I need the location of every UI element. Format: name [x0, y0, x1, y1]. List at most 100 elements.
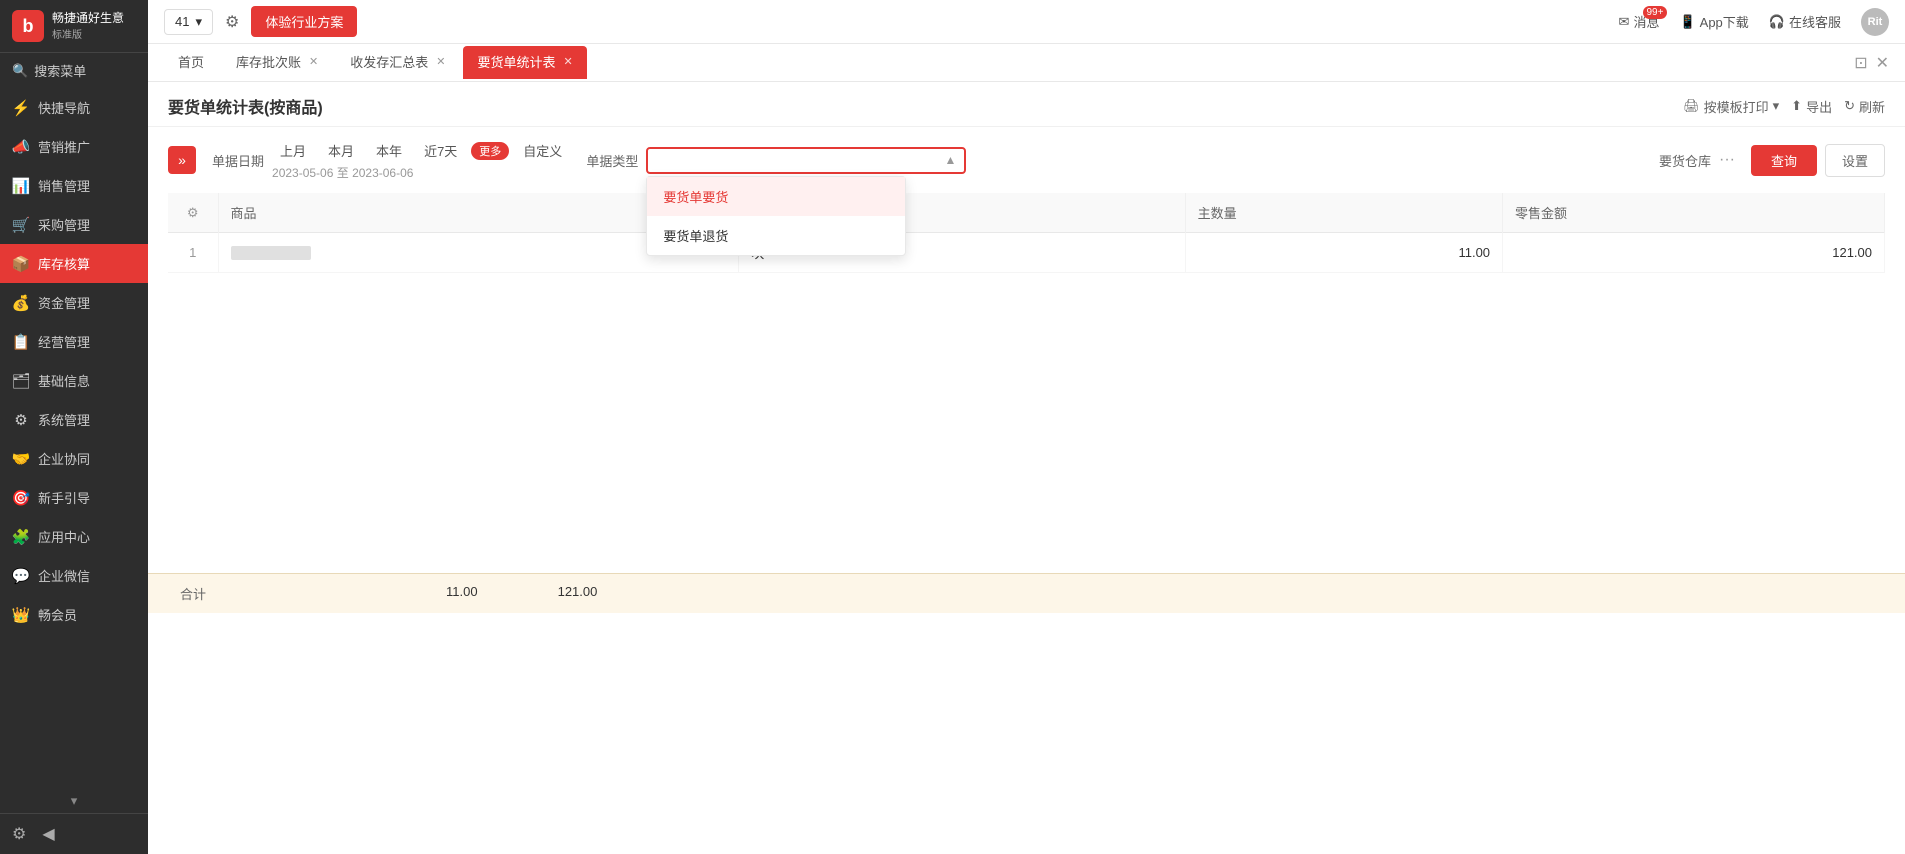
type-select-container: ▲ 要货单要货 要货单退货: [646, 147, 1006, 174]
sidebar-item-finance[interactable]: 💰资金管理: [0, 283, 148, 322]
footer-amount: 121.00: [558, 584, 598, 603]
sidebar-item-purchase[interactable]: 🛒 采购管理: [0, 205, 148, 244]
tab-close-receive-summary[interactable]: ✕: [436, 55, 445, 68]
date-7days[interactable]: 近7天: [416, 139, 465, 162]
filter-expand-button[interactable]: »: [168, 146, 196, 174]
sidebar-item-wechat[interactable]: 💬企业微信: [0, 556, 148, 595]
refresh-icon: ↻: [1844, 98, 1855, 114]
tab-close-inventory-batch[interactable]: ✕: [309, 55, 318, 68]
sidebar-item-base[interactable]: 🗂 基础信息: [0, 361, 148, 400]
sidebar-item-marketing[interactable]: 📣营销推广: [0, 127, 148, 166]
warehouse-more-icon[interactable]: ···: [1719, 151, 1735, 169]
sidebar-label-purchase: 采购管理: [38, 215, 90, 234]
sidebar-icon-member: 👑: [12, 606, 30, 624]
warehouse-label: 要货仓库: [1659, 151, 1711, 170]
sidebar-label-appstore: 应用中心: [38, 527, 90, 546]
type-dropdown: 要货单要货 要货单退货: [646, 176, 906, 256]
query-button[interactable]: 查询: [1751, 145, 1817, 176]
tab-receive-summary[interactable]: 收发存汇总表 ✕: [336, 46, 459, 79]
type-label: 单据类型: [586, 151, 638, 170]
close-all-icon[interactable]: ✕: [1876, 53, 1889, 73]
sidebar-icon-sales: 📊: [12, 177, 30, 195]
table-header-row: ⚙ 商品 主计量单位 主数量 零售金额: [168, 193, 1885, 233]
sidebar-label-enterprise: 企业协同: [38, 449, 90, 468]
sidebar-icon-system: ⚙: [12, 411, 30, 429]
service-label: 在线客服: [1789, 12, 1841, 31]
type-filter-group: 单据类型 ▲ 要货单要货 要货单退货: [586, 147, 1643, 174]
tab-label-receive-summary: 收发存汇总表: [350, 52, 428, 71]
sidebar-item-operations[interactable]: 📋经营管理: [0, 322, 148, 361]
filter-settings-button[interactable]: 设置: [1825, 144, 1885, 177]
sidebar: b 畅捷通好生意 标准版 🔍 搜索菜单 ⚡快捷导航📣营销推广📊销售管理🛒采购管理…: [0, 0, 148, 854]
date-options-group: 上月 本月 本年 近7天 更多 自定义 2023-05-06 至 2023-06…: [272, 139, 570, 181]
type-select-box[interactable]: ▲: [646, 147, 966, 174]
sidebar-label-member: 畅会员: [38, 605, 77, 624]
refresh-btn[interactable]: ↻ 刷新: [1844, 97, 1885, 116]
sidebar-item-enterprise[interactable]: 🤝企业协同: [0, 439, 148, 478]
top-bar: 41 ▾ ⚙ 体验行业方案 ✉ 消息 99+ 📱 App下载 🎧 在线客服 Ri…: [148, 0, 1905, 44]
table-spacer: [148, 273, 1905, 573]
sidebar-icon-purchase: 🛒: [12, 216, 30, 234]
date-last-month[interactable]: 上月: [272, 139, 314, 162]
messages-icon: ✉: [1619, 14, 1630, 30]
company-selector[interactable]: 41 ▾: [164, 9, 213, 35]
dropdown-item-order[interactable]: 要货单要货: [647, 177, 905, 216]
date-label: 单据日期: [212, 151, 264, 170]
warehouse-filter-group: 要货仓库 ···: [1659, 151, 1735, 170]
sidebar-item-member[interactable]: 👑 畅会员: [0, 595, 148, 634]
tab-close-order-summary[interactable]: ✕: [564, 55, 573, 68]
sidebar-item-sales[interactable]: 📊销售管理: [0, 166, 148, 205]
date-more[interactable]: 更多: [471, 142, 509, 160]
sidebar-item-inventory[interactable]: 📦库存核算: [0, 244, 148, 283]
collapse-icon[interactable]: ◀: [42, 824, 54, 844]
sidebar-icon-wechat: 💬: [12, 567, 30, 585]
sidebar-icon-base: 🗂: [12, 372, 30, 390]
date-this-month[interactable]: 本月: [320, 139, 362, 162]
dropdown-item-return[interactable]: 要货单退货: [647, 216, 905, 255]
content-area: 要货单统计表(按商品) 🖨 按模板打印 ▾ ⬆ 导出 ↻ 刷新: [148, 82, 1905, 854]
sidebar-label-operations: 经营管理: [38, 332, 90, 351]
topbar-settings-icon[interactable]: ⚙: [225, 12, 239, 32]
date-options: 上月 本月 本年 近7天 更多 自定义: [272, 139, 570, 162]
footer-label: 合计: [180, 584, 206, 603]
sidebar-icon-inventory: 📦: [12, 255, 30, 273]
avatar[interactable]: Rit: [1861, 8, 1889, 36]
settings-icon[interactable]: ⚙: [12, 824, 26, 844]
product-name-placeholder: [231, 246, 311, 260]
type-input[interactable]: [656, 153, 944, 168]
sidebar-icon-finance: 💰: [12, 294, 30, 312]
col-settings[interactable]: ⚙: [168, 193, 218, 233]
page-container: 要货单统计表(按商品) 🖨 按模板打印 ▾ ⬆ 导出 ↻ 刷新: [148, 82, 1905, 854]
sidebar-label-base: 基础信息: [38, 371, 90, 390]
online-service-action[interactable]: 🎧 在线客服: [1769, 12, 1841, 31]
search-menu[interactable]: 🔍 搜索菜单: [0, 53, 148, 88]
col-quantity: 主数量: [1185, 193, 1502, 233]
column-settings-icon[interactable]: ⚙: [187, 205, 199, 220]
tab-home[interactable]: 首页: [164, 46, 218, 79]
date-custom[interactable]: 自定义: [515, 139, 570, 162]
sidebar-nav: ⚡快捷导航📣营销推广📊销售管理 🛒 采购管理 📦库存核算💰资金管理📋经营管理 🗂 基础信息…: [0, 88, 148, 789]
sidebar-item-system[interactable]: ⚙系统管理: [0, 400, 148, 439]
sidebar-icon-marketing: 📣: [12, 138, 30, 156]
sidebar-label-guide: 新手引导: [38, 488, 90, 507]
sidebar-scroll-down[interactable]: ▾: [0, 789, 148, 813]
print-btn[interactable]: 🖨 按模板打印 ▾: [1683, 97, 1779, 116]
company-name: 41: [175, 14, 189, 29]
tab-order-summary[interactable]: 要货单统计表 ✕: [463, 46, 586, 79]
export-btn[interactable]: ⬆ 导出: [1791, 97, 1832, 116]
trial-button[interactable]: 体验行业方案: [251, 6, 357, 37]
headset-icon: 🎧: [1769, 14, 1785, 30]
maximize-icon[interactable]: ⊡: [1854, 53, 1867, 73]
refresh-label: 刷新: [1859, 97, 1885, 116]
tab-inventory-batch[interactable]: 库存批次账✕: [222, 46, 332, 79]
sidebar-item-guide[interactable]: 🎯新手引导: [0, 478, 148, 517]
app-download-action[interactable]: 📱 App下载: [1679, 12, 1748, 31]
sidebar-item-quick-nav[interactable]: ⚡快捷导航: [0, 88, 148, 127]
messages-action[interactable]: ✉ 消息 99+: [1619, 12, 1660, 31]
sidebar-item-appstore[interactable]: 🧩应用中心: [0, 517, 148, 556]
table-wrapper: ⚙ 商品 主计量单位 主数量 零售金额 1 块 11.00 121.00: [148, 193, 1905, 273]
date-this-year[interactable]: 本年: [368, 139, 410, 162]
tab-label-order-summary: 要货单统计表: [477, 52, 555, 71]
type-chevron-up-icon[interactable]: ▲: [944, 153, 956, 167]
sidebar-label-quick-nav: 快捷导航: [38, 98, 90, 117]
